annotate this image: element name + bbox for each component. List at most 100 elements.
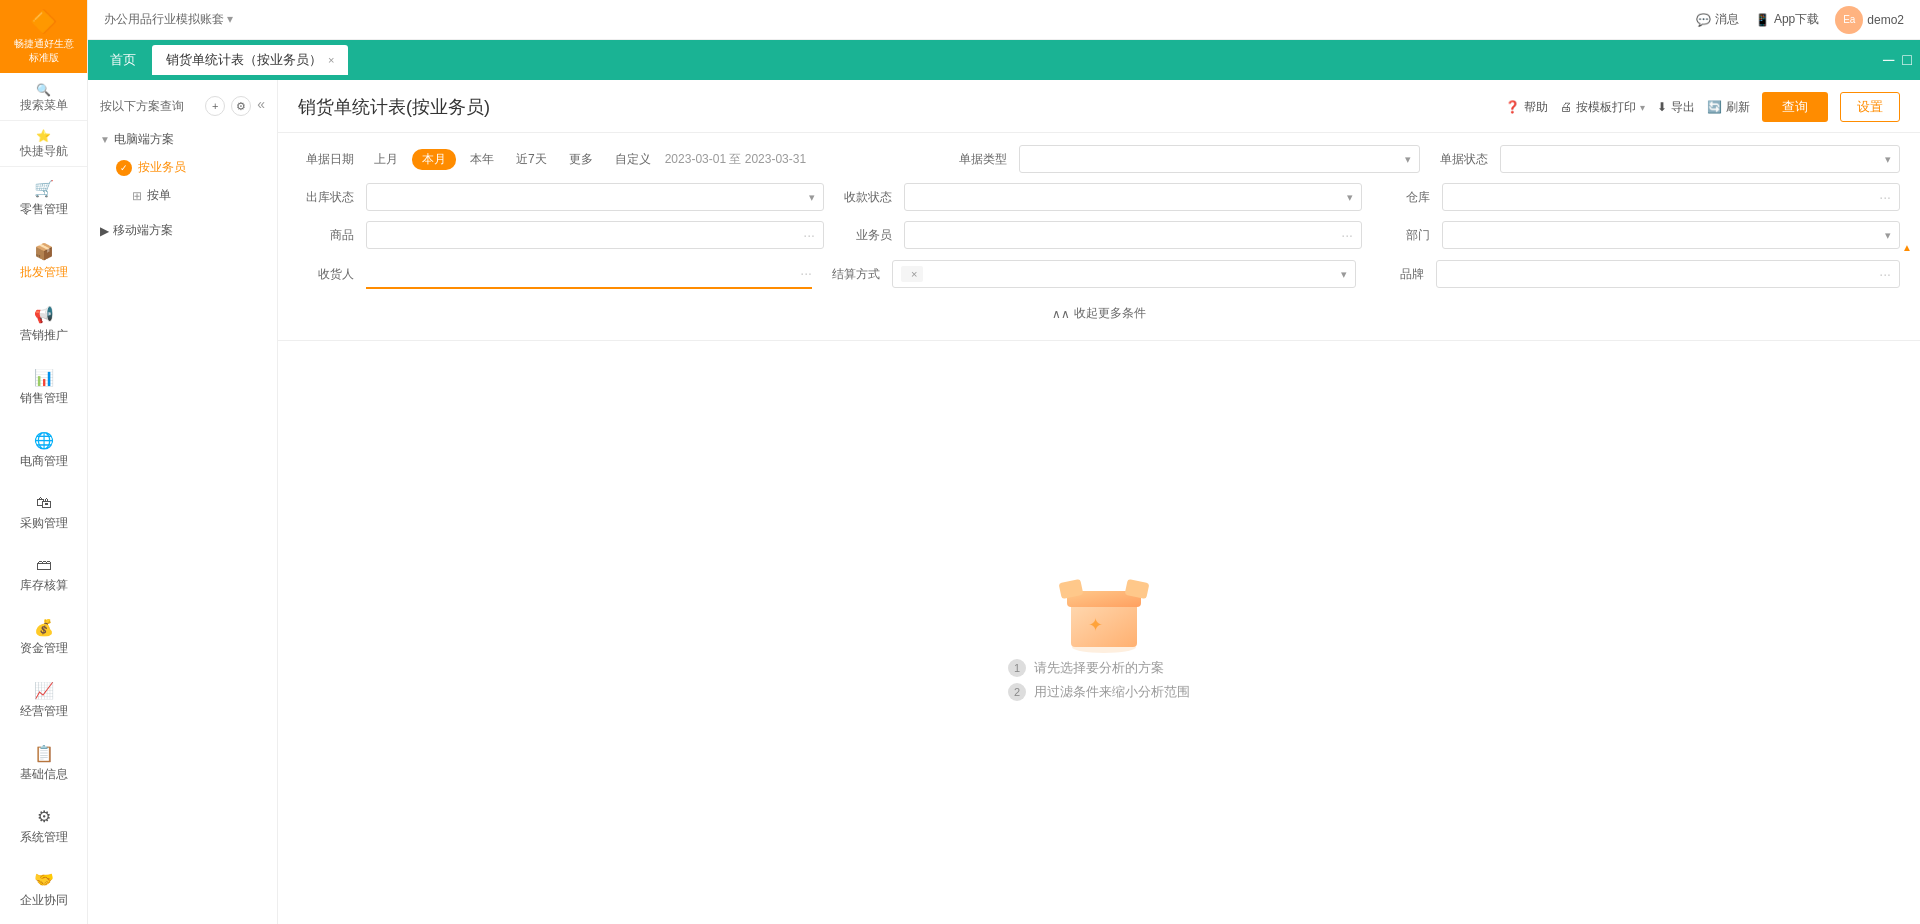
tab-close-icon[interactable]: × bbox=[328, 54, 334, 66]
settlement-tag-close[interactable]: × bbox=[911, 268, 917, 280]
sidebar-label-operations: 经营管理 bbox=[20, 703, 68, 720]
warehouse-label: 仓库 bbox=[1374, 189, 1430, 206]
date-tab-7days[interactable]: 近7天 bbox=[508, 149, 555, 170]
sidebar-item-purchase[interactable]: 🛍 采购管理 bbox=[0, 482, 87, 544]
basic-icon: 📋 bbox=[34, 744, 54, 763]
sidebar-item-inventory[interactable]: 🗃 库存核算 bbox=[0, 544, 87, 606]
sidebar-item-ecommerce[interactable]: 🌐 电商管理 bbox=[0, 419, 87, 482]
collapse-filters-button[interactable]: ∧∧ 收起更多条件 bbox=[298, 299, 1900, 328]
sidebar-item-operations[interactable]: 📈 经营管理 bbox=[0, 669, 87, 732]
warehouse-dots[interactable]: ··· bbox=[1879, 189, 1891, 205]
sidebar-item-enterprise[interactable]: 🤝 企业协同 bbox=[0, 858, 87, 921]
goods-select[interactable]: ··· bbox=[366, 221, 824, 249]
finance-icon: 💰 bbox=[34, 618, 54, 637]
print-icon: 🖨 bbox=[1560, 100, 1572, 114]
export-action[interactable]: ⬇ 导出 bbox=[1657, 99, 1695, 116]
app-download-label: App下载 bbox=[1774, 11, 1819, 28]
tab-sales-stats-label: 销货单统计表（按业务员） bbox=[166, 51, 322, 69]
main-area: 办公用品行业模拟账套 ▾ 💬 消息 📱 App下载 Ea demo2 首页 销货… bbox=[88, 0, 1920, 924]
purchase-icon: 🛍 bbox=[36, 494, 52, 512]
print-label: 按模板打印 bbox=[1576, 99, 1636, 116]
department-arrow: ▾ bbox=[1885, 229, 1891, 242]
settlement-arrow: ▾ bbox=[1341, 268, 1347, 281]
goods-dots[interactable]: ··· bbox=[803, 227, 815, 243]
doc-type-arrow: ▾ bbox=[1405, 153, 1411, 166]
ecommerce-icon: 🌐 bbox=[34, 431, 54, 450]
department-label: 部门 bbox=[1374, 227, 1430, 244]
message-icon: 💬 bbox=[1696, 13, 1711, 27]
date-tab-more[interactable]: 更多 bbox=[561, 149, 601, 170]
topbar-actions: 💬 消息 📱 App下载 Ea demo2 bbox=[1696, 6, 1904, 34]
sidebar-item-marketing[interactable]: 📢 营销推广 bbox=[0, 293, 87, 356]
doc-status-select[interactable]: ▾ bbox=[1500, 145, 1900, 173]
message-label: 消息 bbox=[1715, 11, 1739, 28]
page-actions: ❓ 帮助 🖨 按模板打印 ▾ ⬇ 导出 🔄 刷新 bbox=[1505, 92, 1900, 122]
sidebar-item-basic[interactable]: 📋 基础信息 bbox=[0, 732, 87, 795]
receiver-input-wrap: ··· bbox=[366, 259, 812, 289]
receipt-status-label: 收款状态 bbox=[836, 189, 892, 206]
print-action[interactable]: 🖨 按模板打印 ▾ bbox=[1560, 99, 1645, 116]
date-tab-custom[interactable]: 自定义 bbox=[607, 149, 659, 170]
refresh-action[interactable]: 🔄 刷新 bbox=[1707, 99, 1750, 116]
receipt-status-select[interactable]: ▾ bbox=[904, 183, 1362, 211]
tabbar-right: ─ □ bbox=[1883, 51, 1912, 69]
settings-button[interactable]: 设置 bbox=[1840, 92, 1900, 122]
scheme-item-salesperson[interactable]: ✓ 按业务员 bbox=[88, 153, 277, 182]
left-panel-header: 按以下方案查询 + ⚙ « bbox=[88, 90, 277, 122]
export-icon: ⬇ bbox=[1657, 100, 1667, 114]
sidebar-item-retail[interactable]: 🛒 零售管理 bbox=[0, 167, 87, 230]
topbar-app-download[interactable]: 📱 App下载 bbox=[1755, 11, 1819, 28]
app-logo[interactable]: 🔶 畅捷通好生意标准版 bbox=[0, 0, 87, 73]
tab-minimize-icon[interactable]: ─ bbox=[1883, 51, 1894, 69]
help-action[interactable]: ❓ 帮助 bbox=[1505, 99, 1548, 116]
page-header: 销货单统计表(按业务员) ❓ 帮助 🖨 按模板打印 ▾ ⬇ 导出 bbox=[278, 80, 1920, 133]
date-label: 单据日期 bbox=[298, 151, 354, 168]
salesperson-dots[interactable]: ··· bbox=[1341, 227, 1353, 243]
topbar-user[interactable]: Ea demo2 bbox=[1835, 6, 1904, 34]
date-tab-this-year[interactable]: 本年 bbox=[462, 149, 502, 170]
tab-home-label: 首页 bbox=[110, 51, 136, 69]
sub-scheme-label: 按单 bbox=[147, 187, 171, 204]
settlement-tag: × bbox=[901, 266, 923, 282]
add-scheme-button[interactable]: + bbox=[205, 96, 225, 116]
doc-type-select[interactable]: ▾ bbox=[1019, 145, 1419, 173]
receiver-input[interactable] bbox=[366, 259, 796, 287]
settings-scheme-button[interactable]: ⚙ bbox=[231, 96, 251, 116]
sidebar-item-newbie[interactable]: 🎓 新手引导 bbox=[0, 921, 87, 924]
out-status-label: 出库状态 bbox=[298, 189, 354, 206]
receiver-dots[interactable]: ··· bbox=[800, 265, 812, 281]
tab-sales-stats[interactable]: 销货单统计表（按业务员） × bbox=[152, 45, 348, 75]
topbar-dropdown-icon[interactable]: ▾ bbox=[227, 12, 233, 26]
department-select[interactable]: ▾ bbox=[1442, 221, 1900, 249]
pc-scheme-arrow: ▼ bbox=[100, 134, 110, 145]
settlement-select[interactable]: × ▾ bbox=[892, 260, 1356, 288]
print-dropdown-icon: ▾ bbox=[1640, 102, 1645, 113]
collapse-panel-button[interactable]: « bbox=[257, 96, 265, 116]
sub-scheme-item[interactable]: ⊞ 按单 bbox=[88, 182, 277, 209]
sidebar-item-system[interactable]: ⚙ 系统管理 bbox=[0, 795, 87, 858]
tab-home[interactable]: 首页 bbox=[96, 45, 150, 75]
tab-maximize-icon[interactable]: □ bbox=[1902, 51, 1912, 69]
sidebar-item-finance[interactable]: 💰 资金管理 bbox=[0, 606, 87, 669]
salesperson-select[interactable]: ··· bbox=[904, 221, 1362, 249]
out-status-select[interactable]: ▾ bbox=[366, 183, 824, 211]
sidebar-label-basic: 基础信息 bbox=[20, 766, 68, 783]
collapse-filters-label: 收起更多条件 bbox=[1074, 305, 1146, 322]
receiver-label: 收货人 bbox=[298, 266, 354, 283]
page-title: 销货单统计表(按业务员) bbox=[298, 95, 1505, 119]
brand-select[interactable]: ··· bbox=[1436, 260, 1900, 288]
topbar-message[interactable]: 💬 消息 bbox=[1696, 11, 1739, 28]
sidebar-item-wholesale[interactable]: 📦 批发管理 ▲ bbox=[0, 230, 87, 293]
sidebar-search[interactable]: 🔍 搜索菜单 bbox=[0, 73, 87, 121]
brand-dots[interactable]: ··· bbox=[1879, 266, 1891, 282]
pc-scheme-header[interactable]: ▼ 电脑端方案 bbox=[88, 126, 277, 153]
sidebar-quick-nav[interactable]: ⭐ 快捷导航 bbox=[0, 121, 87, 167]
mobile-scheme-header[interactable]: ▶ 移动端方案 bbox=[88, 217, 277, 244]
date-tab-last-month[interactable]: 上月 bbox=[366, 149, 406, 170]
warehouse-select[interactable]: ··· bbox=[1442, 183, 1900, 211]
help-icon: ❓ bbox=[1505, 100, 1520, 114]
query-button[interactable]: 查询 bbox=[1762, 92, 1828, 122]
sidebar-item-sales[interactable]: 📊 销售管理 bbox=[0, 356, 87, 419]
retail-icon: 🛒 bbox=[34, 179, 54, 198]
date-tab-this-month[interactable]: 本月 bbox=[412, 149, 456, 170]
